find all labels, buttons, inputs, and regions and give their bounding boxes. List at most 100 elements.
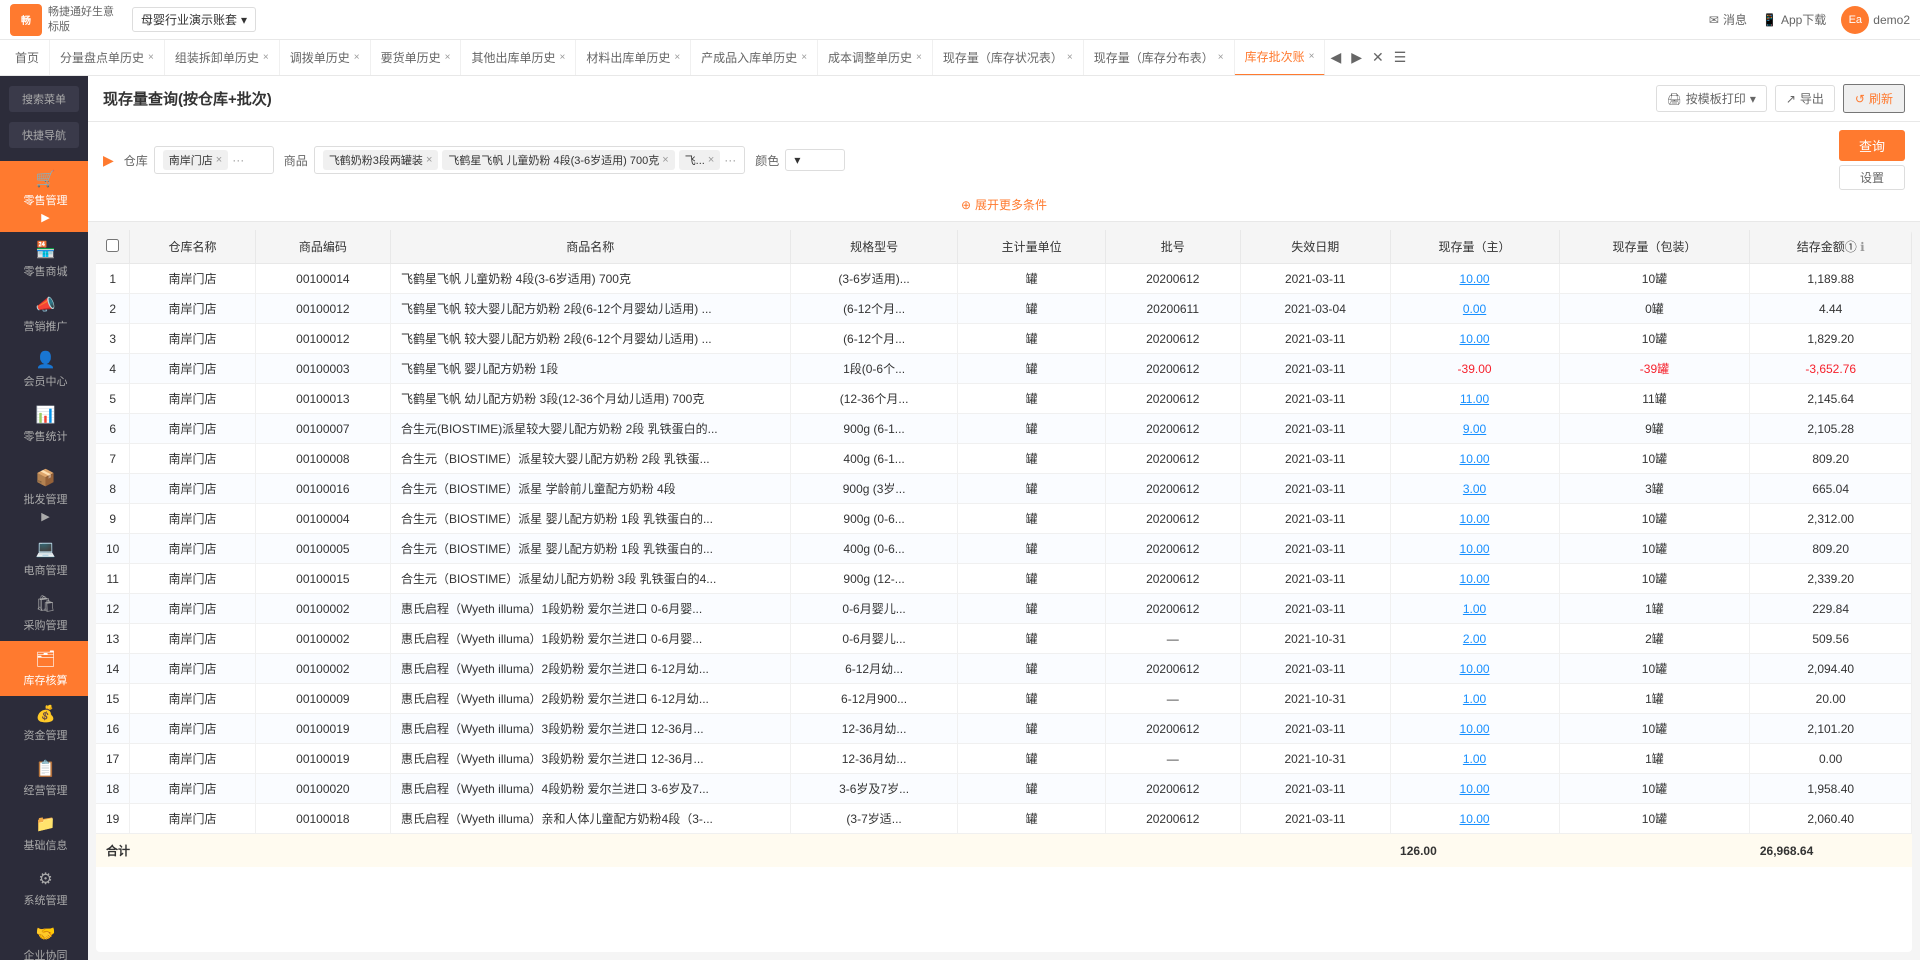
sidebar-item-marketing[interactable]: 📣 营销推广 <box>0 287 88 342</box>
tab-home[interactable]: 首页 <box>5 40 50 76</box>
row-qty[interactable]: 9.00 <box>1390 414 1559 444</box>
sidebar-item-operation[interactable]: 📋 经营管理 <box>0 751 88 806</box>
expand-arrow-btn[interactable]: ▶ <box>103 152 114 169</box>
sidebar-item-retail[interactable]: 🛒 零售管理 ▶ <box>0 161 88 232</box>
row-qty[interactable]: 10.00 <box>1390 654 1559 684</box>
product-input[interactable]: 飞鹤奶粉3段两罐装 × 飞鹤星飞帆 儿童奶粉 4段(3-6岁适用) 700克 ×… <box>314 146 745 174</box>
expand-more-btn[interactable]: ⊕ 展开更多条件 <box>103 196 1905 213</box>
row-amount: 0.00 <box>1750 744 1912 774</box>
sidebar-item-inventory[interactable]: 🗂 库存核算 <box>0 641 88 696</box>
row-qty[interactable]: 10.00 <box>1390 444 1559 474</box>
sidebar-item-label-retail: 零售管理 <box>24 192 68 208</box>
product-tag-3-close[interactable]: × <box>708 154 714 166</box>
sidebar-item-member[interactable]: 👤 会员中心 <box>0 342 88 397</box>
tab-menu-btn[interactable]: ☰ <box>1389 49 1412 66</box>
row-qty[interactable]: 2.00 <box>1390 624 1559 654</box>
tab-1[interactable]: 分量盘点单历史 × <box>50 40 165 76</box>
tab-close-8[interactable]: × <box>916 52 922 63</box>
row-qty[interactable]: 1.00 <box>1390 594 1559 624</box>
sidebar-item-purchase[interactable]: 🛍 采购管理 <box>0 586 88 641</box>
sidebar-search[interactable]: 搜索菜单 <box>9 86 79 112</box>
tab-10[interactable]: 现存量（库存分布表） × <box>1084 40 1235 76</box>
row-no: 18 <box>96 774 130 804</box>
sidebar-item-wholesale[interactable]: 📦 批发管理 ▶ <box>0 460 88 531</box>
row-qty[interactable]: 10.00 <box>1390 774 1559 804</box>
row-qty[interactable]: 3.00 <box>1390 474 1559 504</box>
tab-next-btn[interactable]: ▶ <box>1346 49 1367 66</box>
product-tag-2-close[interactable]: × <box>662 154 668 166</box>
row-warehouse: 南岸门店 <box>130 354 255 384</box>
tab-close-10[interactable]: × <box>1218 52 1224 63</box>
sidebar-item-stats[interactable]: 📊 零售统计 <box>0 397 88 452</box>
tab-close-5[interactable]: × <box>559 52 565 63</box>
row-qty[interactable]: 10.00 <box>1390 264 1559 294</box>
sidebar-item-ecommerce[interactable]: 💻 电商管理 <box>0 531 88 586</box>
settings-btn[interactable]: 设置 <box>1839 165 1905 190</box>
tab-3[interactable]: 调拨单历史 × <box>280 40 371 76</box>
print-btn[interactable]: 🖨 按模板打印 ▾ <box>1656 85 1767 112</box>
export-btn[interactable]: ↗ 导出 <box>1775 85 1835 112</box>
row-qty[interactable]: 1.00 <box>1390 744 1559 774</box>
user-avatar[interactable]: Ea demo2 <box>1841 6 1910 34</box>
row-warehouse: 南岸门店 <box>130 504 255 534</box>
row-qty[interactable]: 10.00 <box>1390 504 1559 534</box>
tab-2[interactable]: 组装拆卸单历史 × <box>165 40 280 76</box>
sidebar-quick-nav[interactable]: 快捷导航 <box>9 122 79 148</box>
row-qty[interactable]: 10.00 <box>1390 804 1559 834</box>
tab-8[interactable]: 成本调整单历史 × <box>818 40 933 76</box>
row-name: 惠氏启程（Wyeth illuma）2段奶粉 爱尔兰进口 6-12月幼... <box>390 654 790 684</box>
tab-close-1[interactable]: × <box>148 52 154 63</box>
sidebar-item-system[interactable]: ⚙ 系统管理 <box>0 861 88 916</box>
tab-prev-btn[interactable]: ◀ <box>1325 49 1346 66</box>
tab-9[interactable]: 现存量（库存状况表） × <box>933 40 1084 76</box>
tab-close-11[interactable]: × <box>1309 51 1315 62</box>
row-expire: 2021-03-11 <box>1240 384 1390 414</box>
warehouse-input[interactable]: 南岸门店 × ··· <box>154 146 274 174</box>
row-expire: 2021-03-11 <box>1240 534 1390 564</box>
product-tag-1: 飞鹤奶粉3段两罐装 × <box>323 150 439 170</box>
sidebar-item-shop[interactable]: 🏪 零售商城 <box>0 232 88 287</box>
row-qty[interactable]: 10.00 <box>1390 564 1559 594</box>
sidebar-item-basic[interactable]: 📁 基础信息 <box>0 806 88 861</box>
row-code: 00100019 <box>255 714 390 744</box>
tab-close-7[interactable]: × <box>801 52 807 63</box>
message-btn[interactable]: ✉ 消息 <box>1709 11 1747 28</box>
app-download-btn[interactable]: 📱 App下载 <box>1762 11 1826 28</box>
product-more[interactable]: ··· <box>724 153 736 167</box>
tab-7[interactable]: 产成品入库单历史 × <box>691 40 818 76</box>
tab-close-all-btn[interactable]: ✕ <box>1367 49 1389 66</box>
col-checkbox[interactable] <box>96 230 130 264</box>
row-name: 惠氏启程（Wyeth illuma）1段奶粉 爱尔兰进口 0-6月婴... <box>390 594 790 624</box>
row-warehouse: 南岸门店 <box>130 534 255 564</box>
row-qty[interactable]: 0.00 <box>1390 294 1559 324</box>
account-dropdown[interactable]: 母婴行业演示账套 ▾ <box>132 7 256 32</box>
refresh-btn[interactable]: ↺ 刷新 <box>1843 84 1905 113</box>
tab-close-2[interactable]: × <box>263 52 269 63</box>
warehouse-tag-close[interactable]: × <box>216 154 222 166</box>
tab-4[interactable]: 要货单历史 × <box>371 40 462 76</box>
row-code: 00100002 <box>255 624 390 654</box>
tab-close-6[interactable]: × <box>674 52 680 63</box>
sidebar-item-corp[interactable]: 🤝 企业协同 <box>0 916 88 960</box>
query-btn[interactable]: 查询 <box>1839 130 1905 161</box>
select-all-checkbox[interactable] <box>106 239 119 252</box>
print-dropdown-arrow: ▾ <box>1750 92 1756 106</box>
row-qty[interactable]: 10.00 <box>1390 534 1559 564</box>
warehouse-more[interactable]: ··· <box>232 153 244 167</box>
amount-info-icon[interactable]: ℹ <box>1860 240 1865 254</box>
row-qty[interactable]: 11.00 <box>1390 384 1559 414</box>
row-qty[interactable]: 1.00 <box>1390 684 1559 714</box>
row-qty[interactable]: 10.00 <box>1390 324 1559 354</box>
tab-close-9[interactable]: × <box>1067 52 1073 63</box>
row-qty[interactable]: -39.00 <box>1390 354 1559 384</box>
tab-close-4[interactable]: × <box>445 52 451 63</box>
sidebar-item-finance[interactable]: 💰 资金管理 <box>0 696 88 751</box>
product-tag-1-close[interactable]: × <box>426 154 432 166</box>
tab-5[interactable]: 其他出库单历史 × <box>461 40 576 76</box>
tab-11[interactable]: 库存批次账 × <box>1235 40 1326 76</box>
row-qty[interactable]: 10.00 <box>1390 714 1559 744</box>
tab-6[interactable]: 材料出库单历史 × <box>576 40 691 76</box>
row-pkg: 10罐 <box>1559 264 1750 294</box>
color-input[interactable]: ▾ <box>785 149 845 171</box>
tab-close-3[interactable]: × <box>354 52 360 63</box>
